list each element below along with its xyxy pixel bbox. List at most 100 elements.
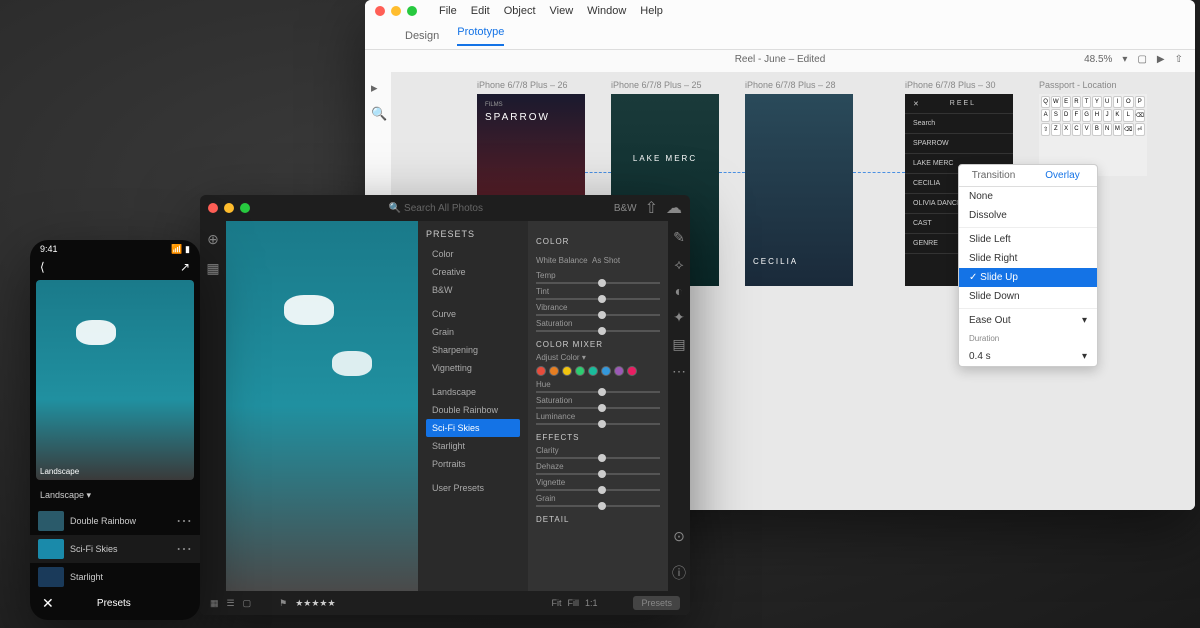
cloud-icon[interactable]: ☁	[666, 198, 682, 218]
mobile-photo[interactable]: Landscape	[36, 280, 194, 480]
preset-item-selected[interactable]: Sci-Fi Skies	[426, 419, 520, 437]
more-icon[interactable]: ⋯	[672, 363, 686, 380]
tag-icon[interactable]: ⊙	[673, 528, 685, 545]
artboard-3[interactable]: iPhone 6/7/8 Plus – 28 CECILIA	[745, 94, 853, 286]
preset-item[interactable]: Double Rainbow	[426, 401, 520, 419]
clarity-slider[interactable]	[536, 457, 660, 459]
swatch-red[interactable]	[536, 366, 546, 376]
chevron-down-icon[interactable]: ▾	[1122, 54, 1127, 65]
transition-option-selected[interactable]: Slide Up	[959, 268, 1097, 287]
add-icon[interactable]: ⊕	[207, 231, 219, 248]
dehaze-slider[interactable]	[536, 473, 660, 475]
preset-group[interactable]: Sharpening	[426, 341, 520, 359]
fit-button[interactable]: Fit	[551, 598, 561, 608]
fill-button[interactable]: Fill	[567, 598, 579, 608]
search-input[interactable]: 🔍 Search All Photos	[266, 203, 606, 214]
transition-option[interactable]: Slide Left	[959, 230, 1097, 249]
back-icon[interactable]: ⟨	[40, 260, 45, 274]
prototype-wire[interactable]	[853, 172, 905, 173]
crop-icon[interactable]: ⟡	[674, 256, 683, 273]
preset-group[interactable]: B&W	[426, 281, 520, 299]
mobile-preset-item-selected[interactable]: Sci-Fi Skies ⋯	[30, 535, 200, 563]
photo-preview[interactable]	[226, 221, 418, 591]
flag-icon[interactable]: ⚑	[279, 598, 287, 609]
ease-dropdown[interactable]: Ease Out▾	[959, 311, 1097, 330]
tab-overlay[interactable]: Overlay	[1028, 165, 1097, 186]
list-item[interactable]: Search	[905, 114, 1013, 134]
color-swatches[interactable]	[536, 366, 660, 376]
share-icon[interactable]: ⇧	[1175, 54, 1183, 65]
prototype-wire[interactable]	[585, 172, 611, 173]
swatch-green[interactable]	[575, 366, 585, 376]
share-icon[interactable]: ⇧	[645, 198, 658, 218]
close-icon[interactable]	[375, 6, 385, 16]
sat-slider[interactable]	[536, 407, 660, 409]
minimize-icon[interactable]	[391, 6, 401, 16]
traffic-lights[interactable]	[208, 203, 250, 213]
swatch-aqua[interactable]	[588, 366, 598, 376]
info-icon[interactable]: ⓘ	[672, 563, 686, 583]
heal-icon[interactable]: ◐	[675, 283, 683, 299]
swatch-magenta[interactable]	[627, 366, 637, 376]
close-icon[interactable]	[208, 203, 218, 213]
preset-item[interactable]: Starlight	[426, 437, 520, 455]
transition-option[interactable]: Dissolve	[959, 206, 1097, 225]
category-dropdown[interactable]: Landscape ▾	[30, 484, 200, 507]
vibrance-slider[interactable]	[536, 314, 660, 316]
maximize-icon[interactable]	[407, 6, 417, 16]
filmstrip-icon[interactable]: ☰	[227, 598, 235, 609]
grid-icon[interactable]: ▦	[206, 260, 219, 277]
transition-option[interactable]: Slide Right	[959, 249, 1097, 268]
duration-dropdown[interactable]: 0.4 s▾	[959, 347, 1097, 366]
menu-edit[interactable]: Edit	[471, 5, 490, 17]
hue-slider[interactable]	[536, 391, 660, 393]
preset-item[interactable]: Portraits	[426, 455, 520, 473]
gradient-icon[interactable]: ▤	[672, 336, 685, 353]
zoom-icon[interactable]: 🔍	[371, 106, 385, 120]
swatch-yellow[interactable]	[562, 366, 572, 376]
tab-transition[interactable]: Transition	[959, 165, 1028, 186]
preset-group[interactable]: Curve	[426, 305, 520, 323]
traffic-lights[interactable]	[375, 6, 417, 16]
rating-stars[interactable]: ★★★★★	[295, 598, 335, 609]
zoom-controls[interactable]: 48.5% ▾ ▢ ▶ ⇧	[1084, 54, 1183, 65]
preset-group[interactable]: User Presets	[426, 479, 520, 497]
brush-icon[interactable]: ✦	[673, 309, 685, 326]
ratio-button[interactable]: 1:1	[585, 598, 598, 608]
minimize-icon[interactable]	[224, 203, 234, 213]
transition-option[interactable]: None	[959, 187, 1097, 206]
grid-view-icon[interactable]: ▦	[210, 598, 219, 609]
preset-group[interactable]: Grain	[426, 323, 520, 341]
device-icon[interactable]: ▢	[1137, 54, 1146, 65]
tab-prototype[interactable]: Prototype	[457, 26, 504, 46]
vignette-slider[interactable]	[536, 489, 660, 491]
tint-slider[interactable]	[536, 298, 660, 300]
zoom-value[interactable]: 48.5%	[1084, 54, 1112, 65]
mobile-preset-item[interactable]: Double Rainbow ⋯	[30, 507, 200, 535]
edit-icon[interactable]: ✎	[673, 229, 685, 246]
swatch-blue[interactable]	[601, 366, 611, 376]
grain-slider[interactable]	[536, 505, 660, 507]
preset-group[interactable]: Vignetting	[426, 359, 520, 377]
menu-window[interactable]: Window	[587, 5, 626, 17]
menu-file[interactable]: File	[439, 5, 457, 17]
pointer-icon[interactable]: ▸	[371, 80, 385, 94]
list-item[interactable]: SPARROW	[905, 134, 1013, 154]
play-icon[interactable]: ▶	[1157, 54, 1165, 65]
bw-toggle[interactable]: B&W	[614, 203, 637, 214]
menu-help[interactable]: Help	[640, 5, 663, 17]
presets-button[interactable]: Presets	[633, 596, 680, 610]
preset-group-landscape[interactable]: Landscape	[426, 383, 520, 401]
swatch-purple[interactable]	[614, 366, 624, 376]
share-icon[interactable]: ↗	[180, 260, 190, 274]
menu-view[interactable]: View	[550, 5, 574, 17]
transition-option[interactable]: Slide Down	[959, 287, 1097, 306]
mobile-preset-item[interactable]: Starlight	[30, 563, 200, 591]
single-icon[interactable]: ▢	[243, 598, 252, 609]
saturation-slider[interactable]	[536, 330, 660, 332]
menu-object[interactable]: Object	[504, 5, 536, 17]
lum-slider[interactable]	[536, 423, 660, 425]
preset-group[interactable]: Creative	[426, 263, 520, 281]
prototype-wire[interactable]	[719, 172, 745, 173]
maximize-icon[interactable]	[240, 203, 250, 213]
